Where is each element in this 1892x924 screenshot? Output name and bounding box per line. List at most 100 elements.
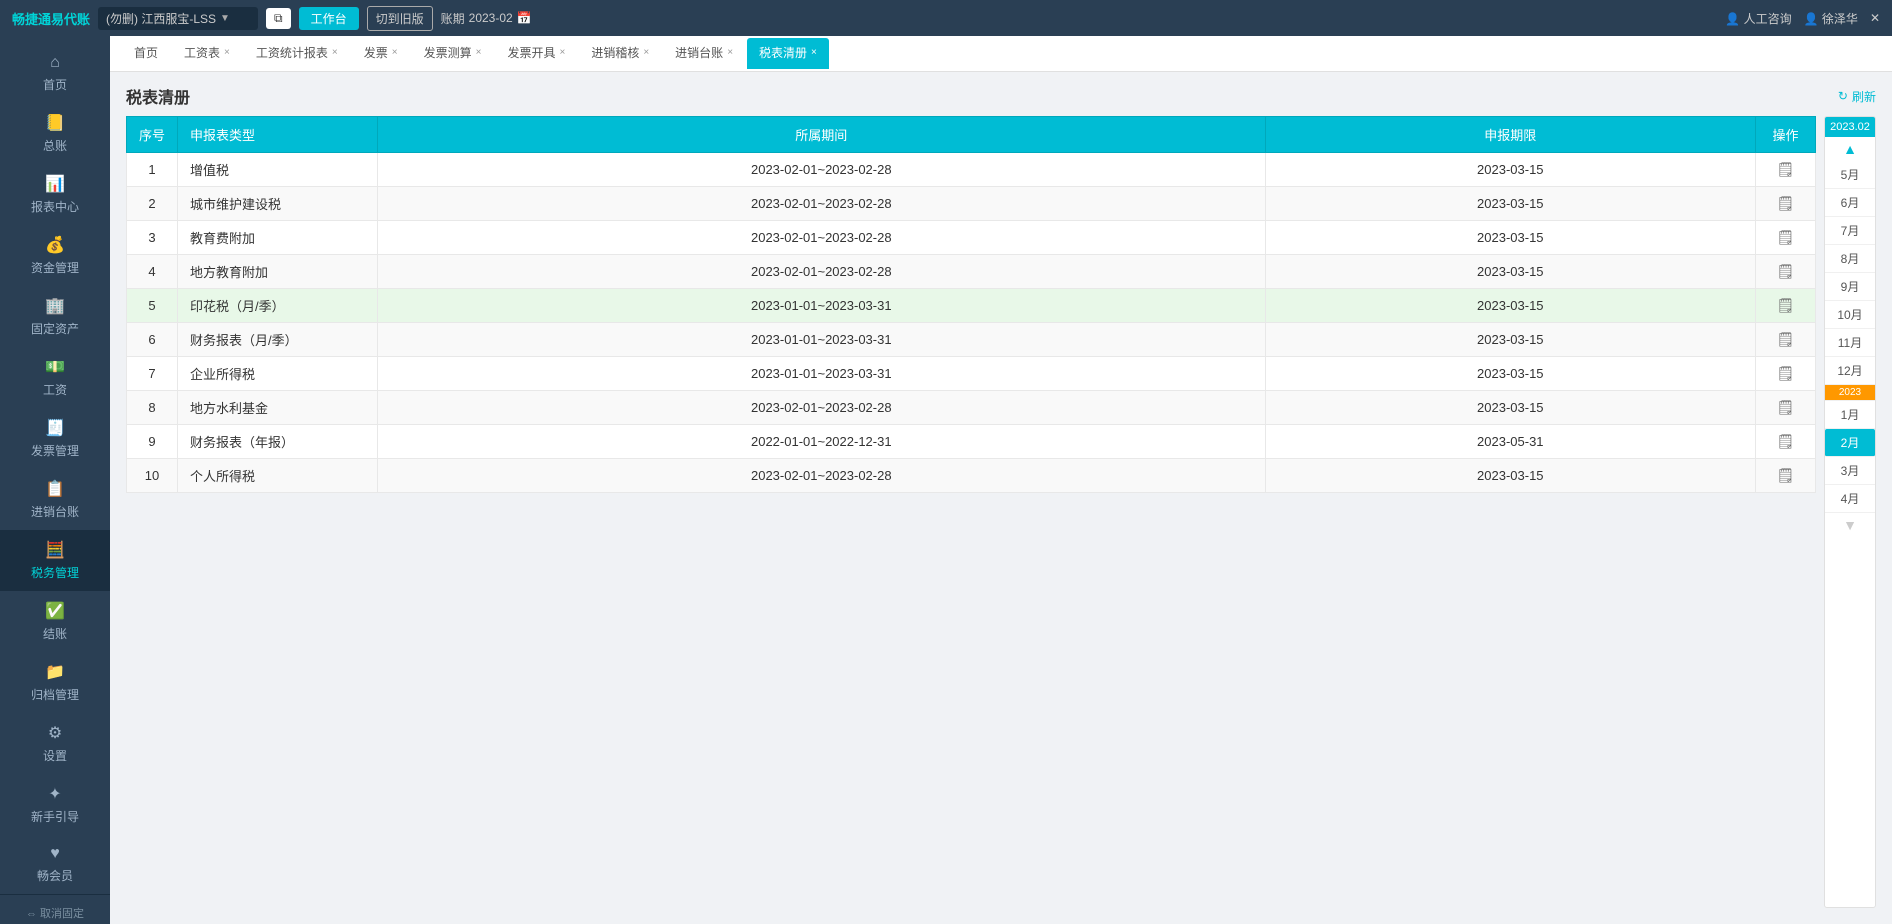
detail-icon[interactable]: 🗒: [1777, 161, 1795, 177]
tab-home[interactable]: 首页: [122, 38, 170, 69]
sidebar-item-label: 设置: [43, 747, 67, 764]
calendar-month-6[interactable]: 6月: [1825, 189, 1875, 217]
detail-icon[interactable]: 🗒: [1777, 467, 1795, 483]
cell-action[interactable]: 🗒: [1756, 221, 1816, 255]
sidebar-item-assets[interactable]: 🏢 固定资产: [0, 286, 110, 347]
cell-action[interactable]: 🗒: [1756, 153, 1816, 187]
tab-close-icon[interactable]: ×: [811, 47, 817, 58]
calendar-month-1[interactable]: 1月: [1825, 401, 1875, 429]
detail-icon[interactable]: 🗒: [1777, 365, 1795, 381]
calendar-year-badge: 2023: [1825, 385, 1875, 401]
cell-action[interactable]: 🗒: [1756, 255, 1816, 289]
refresh-button[interactable]: ↻ 刷新: [1838, 88, 1876, 105]
table-row: 6 财务报表（月/季） 2023-01-01~2023-03-31 2023-0…: [127, 323, 1816, 357]
calendar-month-8[interactable]: 8月: [1825, 245, 1875, 273]
tab-invoice-open[interactable]: 发票开具 ×: [495, 38, 577, 69]
calendar-up-button[interactable]: ▲: [1825, 137, 1875, 161]
cell-action[interactable]: 🗒: [1756, 391, 1816, 425]
cell-action[interactable]: 🗒: [1756, 459, 1816, 493]
user-avatar[interactable]: 👤 徐泽华: [1804, 10, 1858, 27]
tab-close-icon[interactable]: ×: [332, 47, 338, 58]
detail-icon[interactable]: 🗒: [1777, 263, 1795, 279]
tab-tax-return[interactable]: 税表清册 ×: [747, 38, 829, 69]
workspace-button[interactable]: 工作台: [299, 7, 359, 30]
calendar-month-12[interactable]: 12月: [1825, 357, 1875, 385]
sidebar-item-tax[interactable]: 🧮 税务管理: [0, 530, 110, 591]
detail-icon[interactable]: 🗒: [1777, 229, 1795, 245]
cell-action[interactable]: 🗒: [1756, 289, 1816, 323]
calendar-month-9[interactable]: 9月: [1825, 273, 1875, 301]
calendar-icon[interactable]: 📅: [517, 11, 532, 25]
ledger-icon: 📒: [45, 113, 65, 133]
tab-close-icon[interactable]: ×: [559, 47, 565, 58]
detail-icon[interactable]: 🗒: [1777, 399, 1795, 415]
sidebar-item-closing[interactable]: ✅ 结账: [0, 591, 110, 652]
table-row: 5 印花税（月/季） 2023-01-01~2023-03-31 2023-03…: [127, 289, 1816, 323]
detail-icon[interactable]: 🗒: [1777, 195, 1795, 211]
sidebar-item-salary[interactable]: 💵 工资: [0, 347, 110, 408]
detail-icon[interactable]: 🗒: [1777, 331, 1795, 347]
tab-invoice-calc[interactable]: 发票测算 ×: [412, 38, 494, 69]
tab-purchase-ledger[interactable]: 进销台账 ×: [663, 38, 745, 69]
cell-no: 4: [127, 255, 178, 289]
sidebar-item-funds[interactable]: 💰 资金管理: [0, 225, 110, 286]
cell-deadline: 2023-03-15: [1265, 289, 1755, 323]
detail-icon[interactable]: 🗒: [1777, 297, 1795, 313]
sidebar-item-purchase-ledger[interactable]: 📋 进销台账: [0, 469, 110, 530]
tab-salary-stats[interactable]: 工资统计报表 ×: [244, 38, 350, 69]
cell-period: 2023-01-01~2023-03-31: [378, 323, 1266, 357]
sidebar-item-label: 归档管理: [31, 686, 79, 703]
table-row: 3 教育费附加 2023-02-01~2023-02-28 2023-03-15…: [127, 221, 1816, 255]
copy-icon-btn[interactable]: ⧉: [266, 8, 291, 29]
human-service-btn[interactable]: 👤 人工咨询: [1725, 10, 1791, 27]
cell-no: 3: [127, 221, 178, 255]
cell-deadline: 2023-03-15: [1265, 187, 1755, 221]
sidebar-item-report[interactable]: 📊 报表中心: [0, 164, 110, 225]
company-selector[interactable]: (勿删) 江西服宝-LSS ▼: [98, 7, 258, 30]
sidebar-item-label: 报表中心: [31, 198, 79, 215]
tab-close-icon[interactable]: ×: [727, 47, 733, 58]
main-layout: ⌂ 首页 📒 总账 📊 报表中心 💰 资金管理 🏢 固定资产 💵 工资 🧾 发票…: [0, 36, 1892, 924]
calendar-month-10[interactable]: 10月: [1825, 301, 1875, 329]
cell-deadline: 2023-03-15: [1265, 323, 1755, 357]
assets-icon: 🏢: [45, 296, 65, 316]
tab-close-icon[interactable]: ×: [392, 47, 398, 58]
cell-deadline: 2023-03-15: [1265, 255, 1755, 289]
calendar-month-2-active[interactable]: 2月: [1825, 429, 1875, 457]
cell-action[interactable]: 🗒: [1756, 357, 1816, 391]
tab-close-icon[interactable]: ×: [224, 47, 230, 58]
unpin-button[interactable]: ⇔ 取消固定: [0, 894, 110, 924]
calendar-month-5[interactable]: 5月: [1825, 161, 1875, 189]
tab-salary-table[interactable]: 工资表 ×: [172, 38, 242, 69]
sidebar-item-ledger[interactable]: 📒 总账: [0, 103, 110, 164]
cell-no: 1: [127, 153, 178, 187]
cell-action[interactable]: 🗒: [1756, 323, 1816, 357]
close-window-icon[interactable]: ✕: [1870, 11, 1880, 25]
tab-close-icon[interactable]: ×: [476, 47, 482, 58]
page-title: 税表清册: [126, 84, 190, 108]
sidebar-item-label: 总账: [43, 137, 67, 154]
sidebar-item-home[interactable]: ⌂ 首页: [0, 44, 110, 103]
detail-icon[interactable]: 🗒: [1777, 433, 1795, 449]
refresh-label: 刷新: [1852, 88, 1876, 105]
sidebar-item-invoice-mgmt[interactable]: 🧾 发票管理: [0, 408, 110, 469]
sidebar-item-settings[interactable]: ⚙ 设置: [0, 713, 110, 774]
tab-invoice[interactable]: 发票 ×: [352, 38, 410, 69]
member-icon: ♥: [50, 845, 60, 863]
col-period: 所属期间: [378, 117, 1266, 153]
cell-action[interactable]: 🗒: [1756, 187, 1816, 221]
sidebar-item-guide[interactable]: ✦ 新手引导: [0, 774, 110, 835]
sidebar-item-member[interactable]: ♥ 畅会员: [0, 835, 110, 894]
calendar-down-button[interactable]: ▼: [1825, 513, 1875, 537]
switch-old-button[interactable]: 切到旧版: [367, 6, 433, 31]
tab-close-icon[interactable]: ×: [643, 47, 649, 58]
period-label: 账期: [441, 10, 465, 27]
calendar-month-7[interactable]: 7月: [1825, 217, 1875, 245]
cell-deadline: 2023-03-15: [1265, 357, 1755, 391]
cell-action[interactable]: 🗒: [1756, 425, 1816, 459]
tab-purchase-check[interactable]: 进销稽核 ×: [579, 38, 661, 69]
calendar-month-4[interactable]: 4月: [1825, 485, 1875, 513]
calendar-month-11[interactable]: 11月: [1825, 329, 1875, 357]
calendar-month-3[interactable]: 3月: [1825, 457, 1875, 485]
sidebar-item-archive[interactable]: 📁 归档管理: [0, 652, 110, 713]
